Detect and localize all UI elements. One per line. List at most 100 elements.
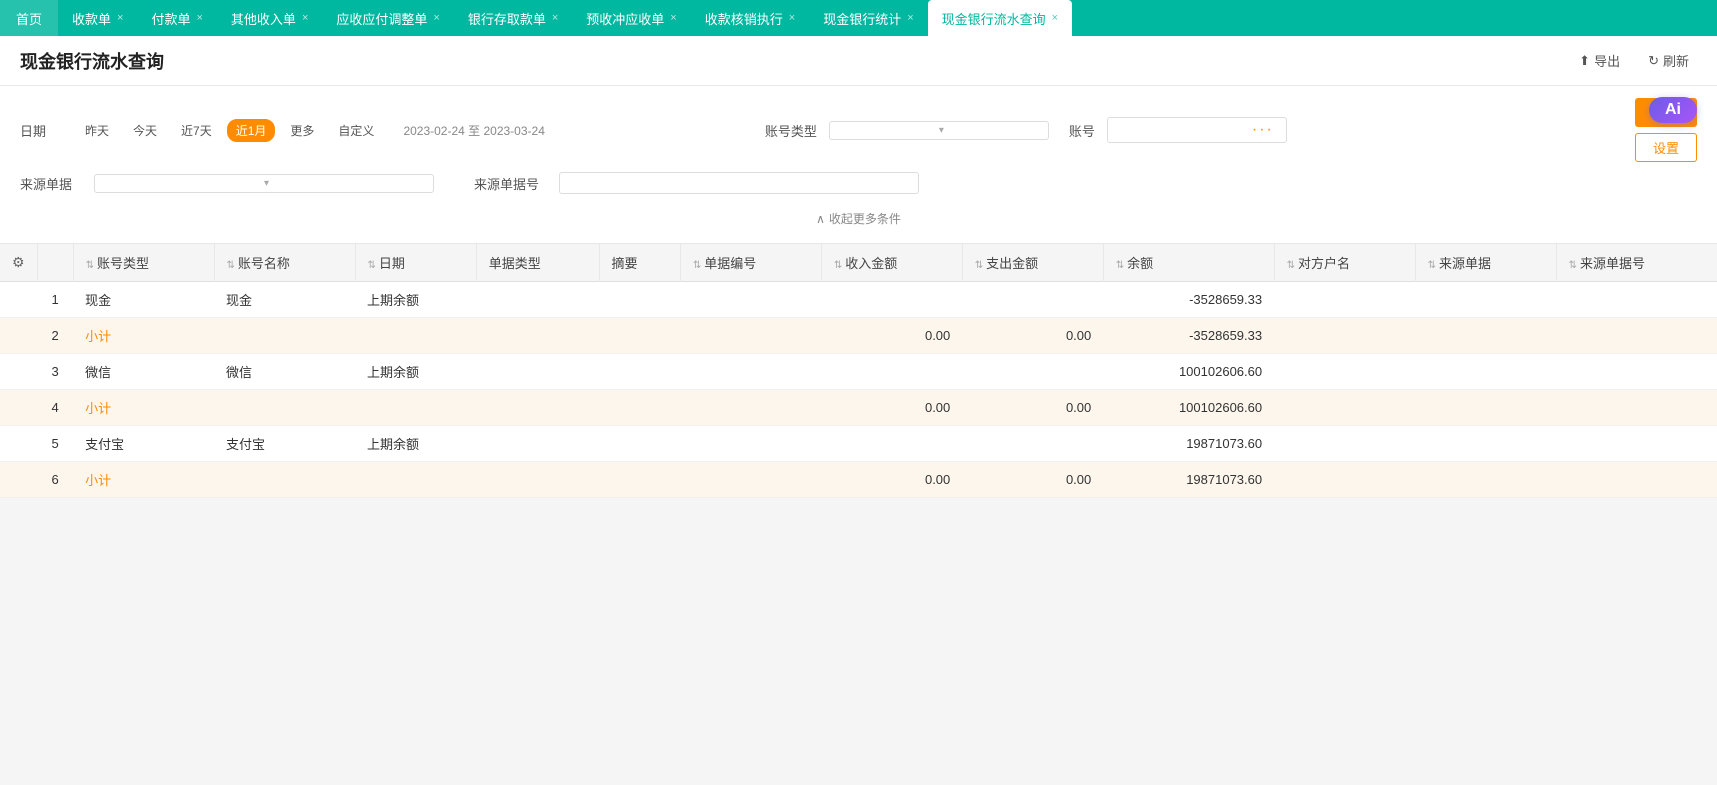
th-row-num bbox=[37, 244, 73, 282]
account-type-select[interactable]: ▾ bbox=[829, 121, 1049, 140]
td-balance: 19871073.60 bbox=[1103, 426, 1274, 462]
td-source-doc-no bbox=[1556, 462, 1717, 498]
table-body: 1现金现金上期余额-3528659.332小计0.000.00-3528659.… bbox=[0, 282, 1717, 498]
td-account-name bbox=[214, 390, 355, 426]
nav-home[interactable]: 首页 bbox=[0, 0, 58, 36]
td-summary bbox=[599, 426, 680, 462]
nav-tab-fukuandan[interactable]: 付款单 × bbox=[137, 0, 216, 36]
td-account-name: 微信 bbox=[214, 354, 355, 390]
td-checkbox bbox=[0, 462, 37, 498]
close-icon[interactable]: × bbox=[552, 12, 558, 24]
th-expense[interactable]: ⇅支出金额 bbox=[962, 244, 1103, 282]
th-settings[interactable]: ⚙ bbox=[0, 244, 37, 282]
td-checkbox bbox=[0, 426, 37, 462]
close-icon[interactable]: × bbox=[670, 12, 676, 24]
th-summary: 摘要 bbox=[599, 244, 680, 282]
nav-tab-statistics[interactable]: 现金银行统计 × bbox=[809, 0, 927, 36]
td-account-type: 支付宝 bbox=[73, 426, 214, 462]
export-button[interactable]: ⬆ 导出 bbox=[1571, 47, 1628, 74]
th-balance[interactable]: ⇅余额 bbox=[1103, 244, 1274, 282]
th-account-name[interactable]: ⇅账号名称 bbox=[214, 244, 355, 282]
ai-badge[interactable]: Ai bbox=[1649, 97, 1697, 123]
td-account-type: 微信 bbox=[73, 354, 214, 390]
chevron-up-icon: ∧ bbox=[816, 212, 825, 226]
th-doc-no[interactable]: ⇅单据编号 bbox=[680, 244, 821, 282]
th-date[interactable]: ⇅日期 bbox=[355, 244, 476, 282]
close-icon[interactable]: × bbox=[196, 12, 202, 24]
td-expense: 0.00 bbox=[962, 462, 1103, 498]
td-doc-type bbox=[476, 354, 599, 390]
td-summary bbox=[599, 282, 680, 318]
td-balance: -3528659.33 bbox=[1103, 282, 1274, 318]
th-source-doc-no[interactable]: ⇅来源单据号 bbox=[1556, 244, 1717, 282]
nav-tab-hexiao[interactable]: 收款核销执行 × bbox=[691, 0, 809, 36]
date-btn-yesterday[interactable]: 昨天 bbox=[76, 119, 118, 142]
td-expense: 0.00 bbox=[962, 390, 1103, 426]
td-summary bbox=[599, 354, 680, 390]
td-date bbox=[355, 390, 476, 426]
close-icon[interactable]: × bbox=[302, 12, 308, 24]
table-header-row: ⚙ ⇅账号类型 ⇅账号名称 ⇅日期 单据类型 摘要 ⇅单据编号 ⇅收入金额 ⇅支… bbox=[0, 244, 1717, 282]
td-source-doc-no bbox=[1556, 426, 1717, 462]
close-icon[interactable]: × bbox=[1052, 12, 1058, 24]
collapse-bar[interactable]: ∧ 收起更多条件 bbox=[20, 204, 1697, 231]
page-header: 现金银行流水查询 ⬆ 导出 ↻ 刷新 bbox=[0, 36, 1717, 86]
td-counterpart bbox=[1274, 390, 1415, 426]
td-source-doc bbox=[1415, 318, 1556, 354]
date-btn-7days[interactable]: 近7天 bbox=[172, 119, 221, 142]
close-icon[interactable]: × bbox=[907, 12, 913, 24]
refresh-button[interactable]: ↻ 刷新 bbox=[1640, 47, 1697, 74]
td-counterpart bbox=[1274, 462, 1415, 498]
top-navigation: 首页 收款单 × 付款单 × 其他收入单 × 应收应付调整单 × 银行存取款单 … bbox=[0, 0, 1717, 36]
td-doc-no bbox=[680, 426, 821, 462]
export-icon: ⬆ bbox=[1579, 53, 1590, 69]
td-date: 上期余额 bbox=[355, 426, 476, 462]
settings-icon[interactable]: ⚙ bbox=[12, 254, 25, 270]
account-ellipsis-button[interactable]: ··· bbox=[1248, 121, 1278, 139]
td-checkbox bbox=[0, 390, 37, 426]
nav-tab-qitashouru[interactable]: 其他收入单 × bbox=[217, 0, 322, 36]
nav-tab-tiaozheng[interactable]: 应收应付调整单 × bbox=[322, 0, 453, 36]
source-doc-no-input[interactable] bbox=[559, 172, 919, 194]
page-title: 现金银行流水查询 bbox=[20, 48, 164, 74]
date-btn-today[interactable]: 今天 bbox=[124, 119, 166, 142]
nav-tab-yinhangshoukuan[interactable]: 银行存取款单 × bbox=[454, 0, 572, 36]
td-expense bbox=[962, 354, 1103, 390]
td-source-doc bbox=[1415, 462, 1556, 498]
td-account-name: 支付宝 bbox=[214, 426, 355, 462]
td-counterpart bbox=[1274, 282, 1415, 318]
date-btn-1month[interactable]: 近1月 bbox=[227, 119, 276, 142]
close-icon[interactable]: × bbox=[789, 12, 795, 24]
th-income[interactable]: ⇅收入金额 bbox=[821, 244, 962, 282]
td-doc-type bbox=[476, 282, 599, 318]
table-row: 1现金现金上期余额-3528659.33 bbox=[0, 282, 1717, 318]
td-source-doc bbox=[1415, 282, 1556, 318]
td-date: 上期余额 bbox=[355, 282, 476, 318]
th-account-type[interactable]: ⇅账号类型 bbox=[73, 244, 214, 282]
td-counterpart bbox=[1274, 354, 1415, 390]
nav-tab-liushui[interactable]: 现金银行流水查询 × bbox=[928, 0, 1072, 36]
td-expense bbox=[962, 426, 1103, 462]
td-source-doc-no bbox=[1556, 390, 1717, 426]
data-table: ⚙ ⇅账号类型 ⇅账号名称 ⇅日期 单据类型 摘要 ⇅单据编号 ⇅收入金额 ⇅支… bbox=[0, 244, 1717, 498]
settings-button[interactable]: 设置 bbox=[1635, 133, 1697, 162]
filter-row-date: 日期 昨天 今天 近7天 近1月 更多 自定义 2023-02-24 至 202… bbox=[20, 98, 1697, 162]
td-account-name bbox=[214, 318, 355, 354]
date-btn-more[interactable]: 更多 bbox=[281, 119, 323, 142]
source-doc-no-label: 来源单据号 bbox=[474, 174, 539, 193]
account-type-label: 账号类型 bbox=[765, 121, 819, 140]
table-row: 4小计0.000.00100102606.60 bbox=[0, 390, 1717, 426]
td-doc-type bbox=[476, 462, 599, 498]
td-doc-no bbox=[680, 462, 821, 498]
close-icon[interactable]: × bbox=[433, 12, 439, 24]
nav-tab-shoukuandan[interactable]: 收款单 × bbox=[58, 0, 137, 36]
close-icon[interactable]: × bbox=[117, 12, 123, 24]
date-btn-custom[interactable]: 自定义 bbox=[329, 119, 383, 142]
chevron-down-icon: ▾ bbox=[264, 178, 425, 189]
nav-tab-yushouc[interactable]: 预收冲应收单 × bbox=[572, 0, 690, 36]
th-source-doc[interactable]: ⇅来源单据 bbox=[1415, 244, 1556, 282]
td-doc-type bbox=[476, 390, 599, 426]
th-counterpart[interactable]: ⇅对方户名 bbox=[1274, 244, 1415, 282]
td-account-type: 小计 bbox=[73, 318, 214, 354]
source-doc-select[interactable]: ▾ bbox=[94, 174, 434, 193]
